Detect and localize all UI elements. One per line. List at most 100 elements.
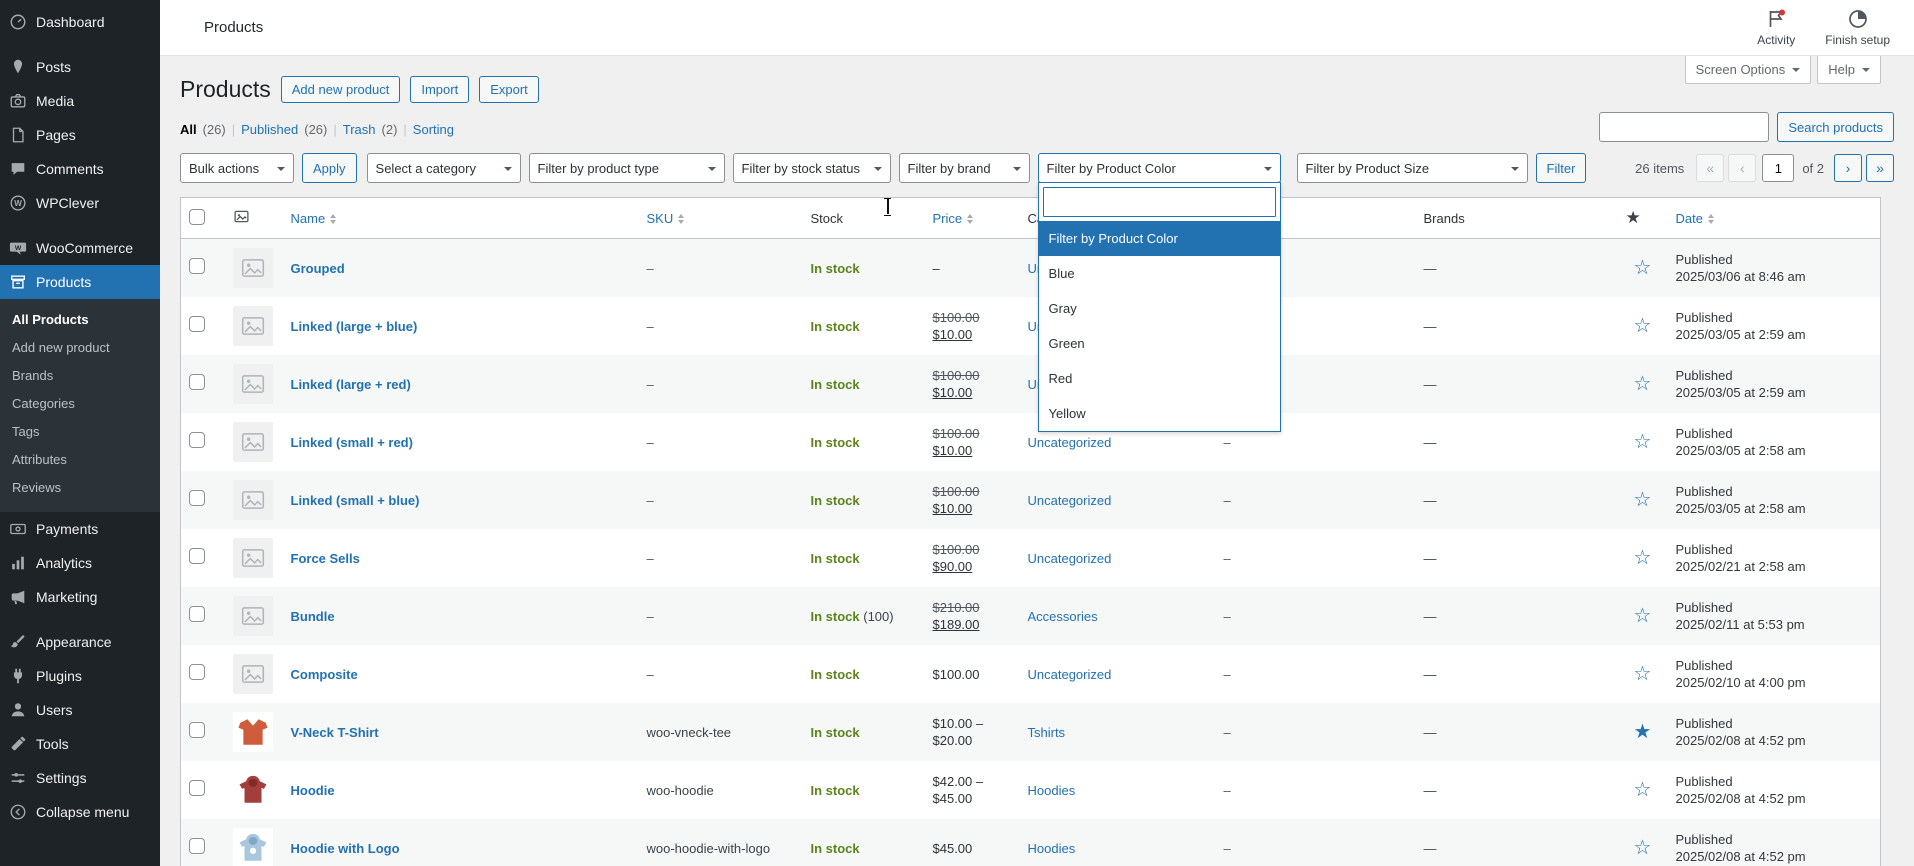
view-all[interactable]: All (180, 122, 197, 137)
row-checkbox[interactable] (189, 490, 205, 506)
submenu-item-attributes[interactable]: Attributes (0, 446, 160, 474)
filter-button[interactable]: Filter (1535, 153, 1587, 183)
last-page-button[interactable]: » (1866, 154, 1894, 182)
screen-options-toggle[interactable]: Screen Options (1684, 56, 1812, 84)
category-link[interactable]: Tshirts (1028, 725, 1066, 740)
product-name-link[interactable]: Linked (large + blue) (291, 319, 418, 334)
product-image-placeholder[interactable] (232, 596, 273, 636)
add-new-product-button[interactable]: Add new product (280, 75, 401, 103)
product-name-link[interactable]: V-Neck T-Shirt (291, 725, 379, 740)
column-header-sku[interactable]: SKU (638, 197, 803, 239)
stock-status-filter-select[interactable]: Filter by stock status (732, 153, 891, 183)
row-checkbox[interactable] (189, 548, 205, 564)
product-name-link[interactable]: Hoodie with Logo (291, 841, 400, 856)
column-header-name[interactable]: Name (282, 197, 639, 239)
color-filter-select[interactable]: Filter by Product Color (1037, 153, 1281, 183)
product-image-placeholder[interactable] (232, 422, 273, 462)
sidebar-item-collapse-menu[interactable]: Collapse menu (0, 795, 160, 829)
bulk-actions-select[interactable]: Bulk actions (180, 153, 294, 183)
next-page-button[interactable]: › (1834, 154, 1862, 182)
row-checkbox[interactable] (189, 258, 205, 274)
apply-button[interactable]: Apply (302, 153, 357, 183)
featured-star-outline[interactable]: ☆ (1634, 663, 1652, 685)
category-link[interactable]: Uncategorized (1028, 667, 1112, 682)
featured-star-outline[interactable]: ☆ (1634, 373, 1652, 395)
row-checkbox[interactable] (189, 606, 205, 622)
product-image-placeholder[interactable] (232, 480, 273, 520)
dropdown-option-yellow[interactable]: Yellow (1039, 396, 1280, 431)
submenu-item-all-products[interactable]: All Products (0, 306, 160, 334)
finish-setup-button[interactable]: Finish setup (1825, 8, 1890, 47)
featured-star-outline[interactable]: ☆ (1634, 257, 1652, 279)
row-checkbox[interactable] (189, 664, 205, 680)
select-all-checkbox[interactable] (189, 208, 205, 225)
featured-star-outline[interactable]: ☆ (1634, 315, 1652, 337)
row-checkbox[interactable] (189, 722, 205, 738)
submenu-item-brands[interactable]: Brands (0, 362, 160, 390)
submenu-item-categories[interactable]: Categories (0, 390, 160, 418)
sidebar-item-products[interactable]: Products (0, 265, 160, 299)
submenu-item-add-new-product[interactable]: Add new product (0, 334, 160, 362)
product-name-link[interactable]: Linked (small + blue) (291, 493, 420, 508)
featured-star-outline[interactable]: ☆ (1634, 779, 1652, 801)
product-name-link[interactable]: Grouped (291, 261, 345, 276)
row-checkbox[interactable] (189, 432, 205, 448)
brand-filter-select[interactable]: Filter by brand (898, 153, 1030, 183)
product-image-placeholder[interactable] (232, 364, 273, 404)
sidebar-item-tools[interactable]: Tools (0, 727, 160, 761)
row-checkbox[interactable] (189, 374, 205, 390)
sidebar-item-woocommerce[interactable]: W WooCommerce (0, 231, 160, 265)
first-page-button[interactable]: « (1696, 154, 1725, 182)
category-filter-select[interactable]: Select a category (366, 153, 521, 183)
category-link[interactable]: Hoodies (1028, 841, 1076, 856)
category-link[interactable]: Uncategorized (1028, 493, 1112, 508)
sidebar-item-analytics[interactable]: Analytics (0, 546, 160, 580)
dropdown-option-green[interactable]: Green (1039, 326, 1280, 361)
product-name-link[interactable]: Linked (large + red) (291, 377, 411, 392)
product-name-link[interactable]: Linked (small + red) (291, 435, 413, 450)
submenu-item-tags[interactable]: Tags (0, 418, 160, 446)
category-link[interactable]: Hoodies (1028, 783, 1076, 798)
product-name-link[interactable]: Composite (291, 667, 358, 682)
sidebar-item-pages[interactable]: Pages (0, 118, 160, 152)
sidebar-item-comments[interactable]: Comments (0, 152, 160, 186)
search-input[interactable] (1599, 112, 1770, 142)
dropdown-option-blue[interactable]: Blue (1039, 256, 1280, 291)
row-checkbox[interactable] (189, 780, 205, 796)
view-trash[interactable]: Trash (343, 122, 376, 137)
product-image-placeholder[interactable] (232, 248, 273, 288)
category-link[interactable]: Accessories (1028, 609, 1098, 624)
size-filter-select[interactable]: Filter by Product Size (1296, 153, 1528, 183)
product-image[interactable] (232, 770, 273, 810)
sidebar-item-posts[interactable]: Posts (0, 50, 160, 84)
search-products-button[interactable]: Search products (1777, 112, 1894, 142)
featured-star-outline[interactable]: ☆ (1634, 605, 1652, 627)
column-header-price[interactable]: Price (924, 197, 1020, 239)
sidebar-item-wpclever[interactable]: W WPClever (0, 186, 160, 220)
featured-star-outline[interactable]: ☆ (1634, 489, 1652, 511)
featured-star-filled[interactable]: ★ (1634, 721, 1652, 743)
sidebar-item-appearance[interactable]: Appearance (0, 625, 160, 659)
featured-star-outline[interactable]: ☆ (1634, 547, 1652, 569)
product-image[interactable] (232, 828, 273, 866)
current-page-input[interactable] (1762, 154, 1795, 182)
sidebar-item-dashboard[interactable]: Dashboard (0, 5, 160, 39)
product-image-placeholder[interactable] (232, 538, 273, 578)
export-button[interactable]: Export (479, 75, 539, 103)
sidebar-item-media[interactable]: Media (0, 84, 160, 118)
dropdown-option-filter-by-product-color[interactable]: Filter by Product Color (1038, 221, 1280, 256)
activity-button[interactable]: Activity (1757, 8, 1795, 47)
import-button[interactable]: Import (410, 75, 470, 103)
sidebar-item-payments[interactable]: Payments (0, 512, 160, 546)
prev-page-button[interactable]: ‹ (1728, 154, 1757, 182)
featured-star-outline[interactable]: ☆ (1634, 837, 1652, 859)
dropdown-option-gray[interactable]: Gray (1039, 291, 1280, 326)
column-header-featured[interactable]: ★ (1617, 197, 1668, 239)
column-header-date[interactable]: Date (1667, 197, 1881, 239)
view-published[interactable]: Published (241, 122, 298, 137)
row-checkbox[interactable] (189, 316, 205, 332)
featured-star-outline[interactable]: ☆ (1634, 431, 1652, 453)
view-sorting[interactable]: Sorting (413, 122, 454, 137)
product-type-filter-select[interactable]: Filter by product type (528, 153, 725, 183)
dropdown-search-input[interactable] (1042, 187, 1276, 217)
